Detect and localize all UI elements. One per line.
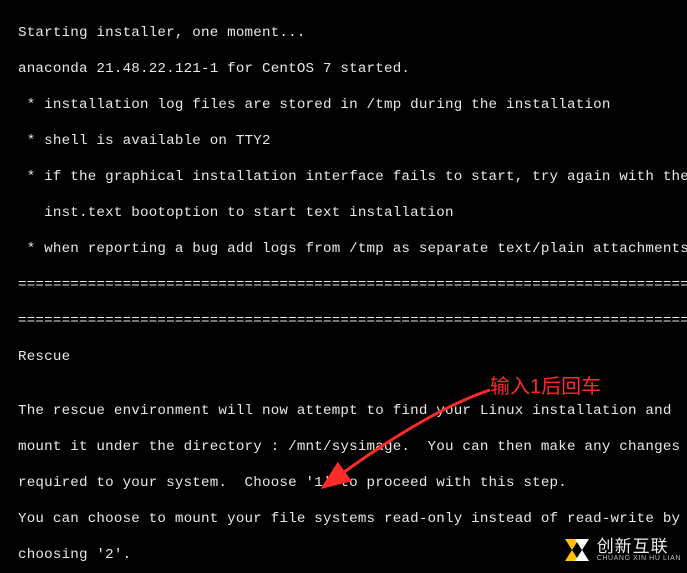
line: * shell is available on TTY2 (18, 132, 687, 150)
line: * installation log files are stored in /… (18, 96, 687, 114)
line: * if the graphical installation interfac… (18, 168, 687, 186)
section-title: Rescue (18, 348, 687, 366)
line: anaconda 21.48.22.121-1 for CentOS 7 sta… (18, 60, 687, 78)
logo-icon (561, 535, 591, 565)
line: The rescue environment will now attempt … (18, 402, 687, 420)
terminal-output: Starting installer, one moment... anacon… (0, 0, 687, 573)
watermark-text-en: CHUANG XIN HU LIAN (597, 555, 681, 562)
separator: ========================================… (18, 276, 687, 294)
line: inst.text bootoption to start text insta… (18, 204, 687, 222)
watermark-logo: 创新互联 CHUANG XIN HU LIAN (561, 535, 681, 565)
line: * when reporting a bug add logs from /tm… (18, 240, 687, 258)
line: Starting installer, one moment... (18, 24, 687, 42)
line: mount it under the directory : /mnt/sysi… (18, 438, 687, 456)
line: You can choose to mount your file system… (18, 510, 687, 528)
watermark-text-cn: 创新互联 (597, 538, 681, 556)
separator: ========================================… (18, 312, 687, 330)
line: required to your system. Choose '1' to p… (18, 474, 687, 492)
